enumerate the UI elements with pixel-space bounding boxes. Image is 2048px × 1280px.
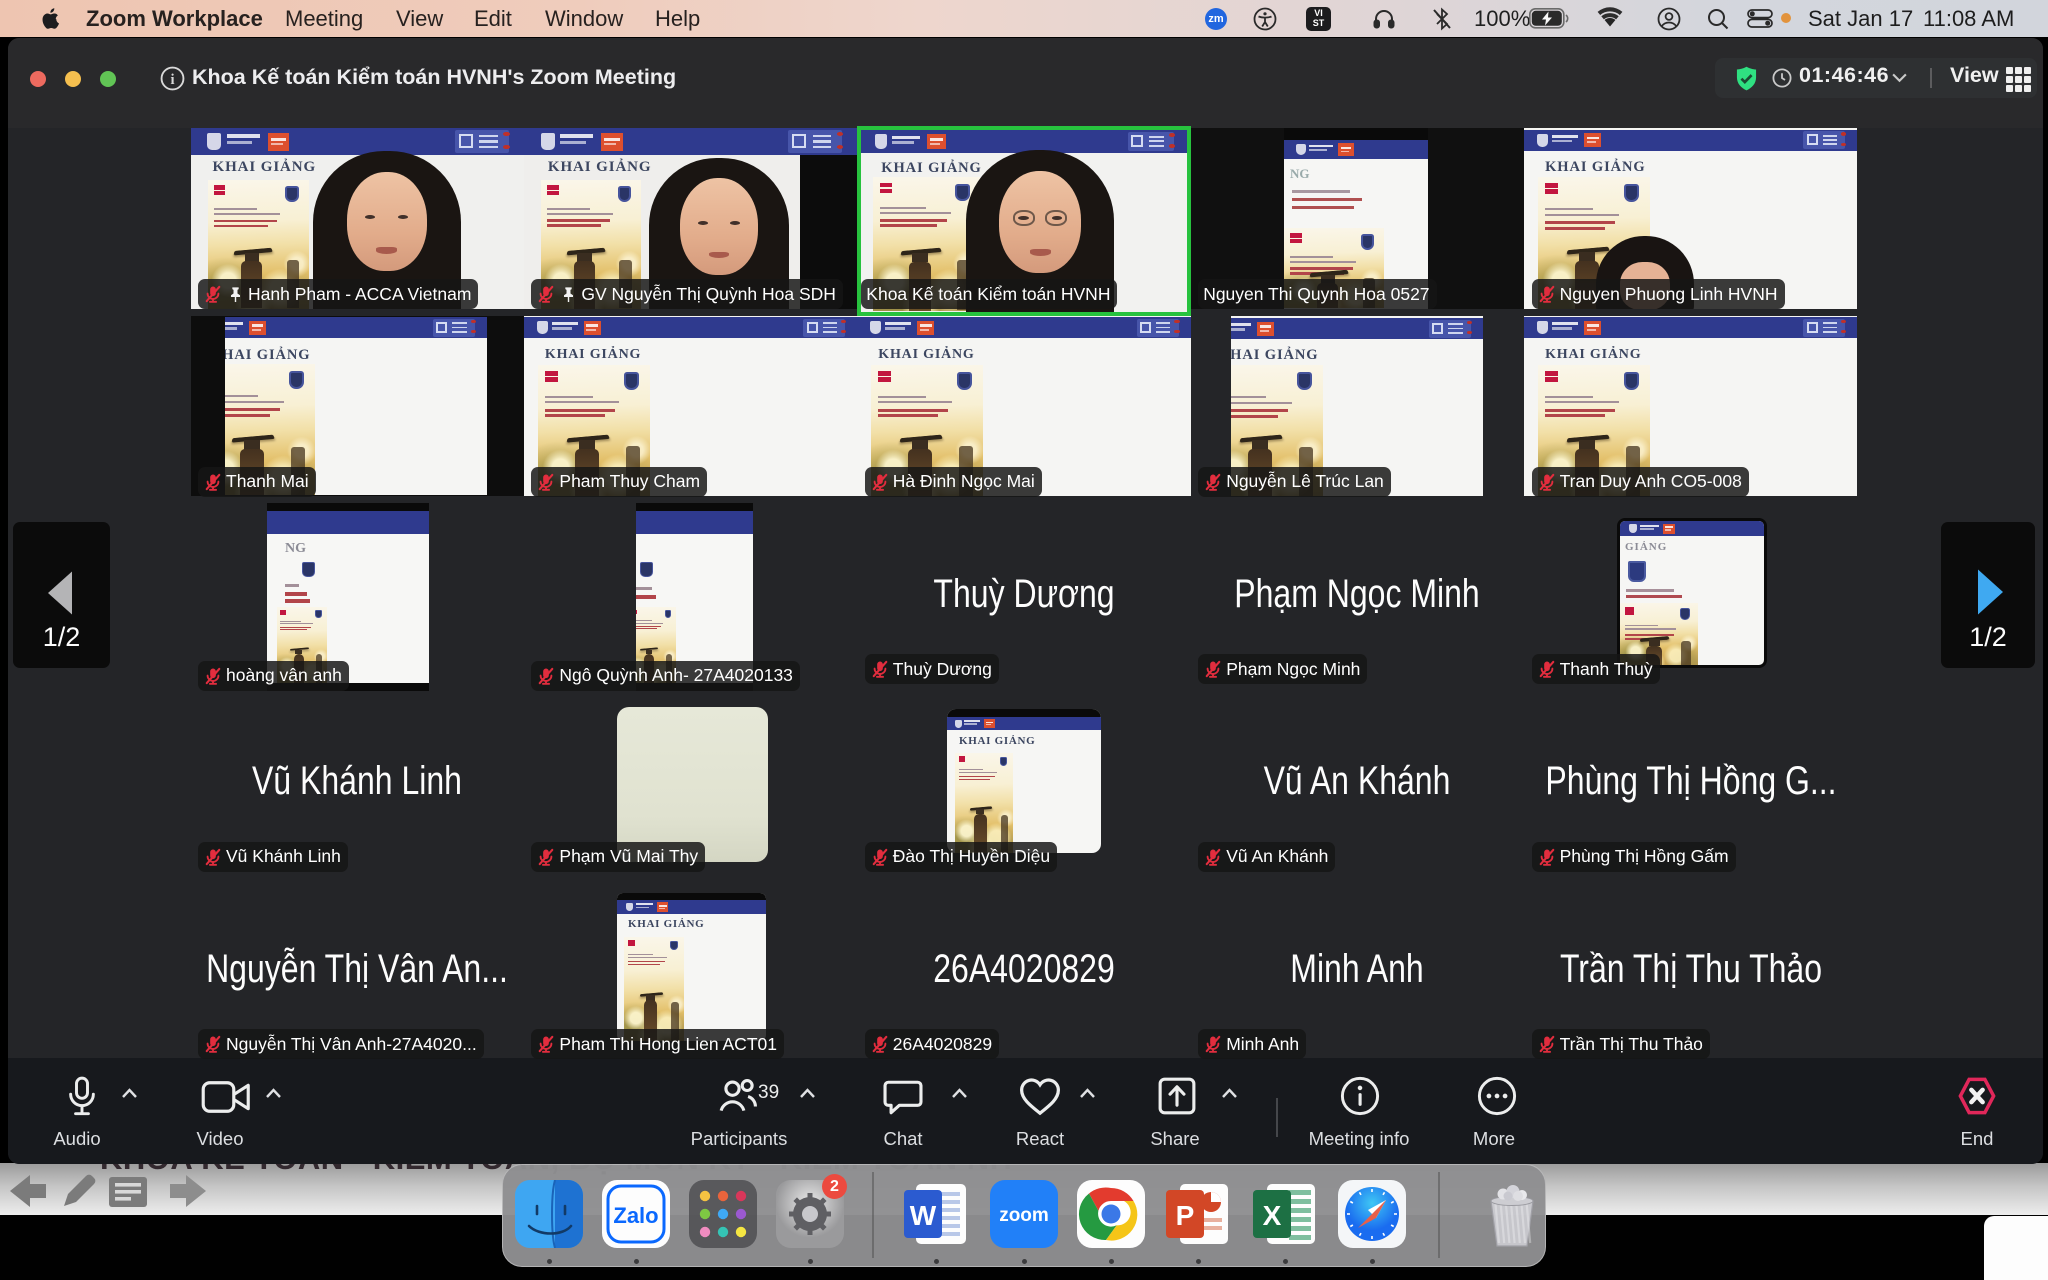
svg-text:X: X	[1263, 1200, 1282, 1231]
svg-text:W: W	[910, 1200, 937, 1231]
svg-text:P: P	[1176, 1200, 1195, 1231]
svg-text:i: i	[170, 72, 174, 88]
svg-text:Zalo: Zalo	[613, 1203, 658, 1228]
svg-text:zoom: zoom	[999, 1205, 1049, 1226]
